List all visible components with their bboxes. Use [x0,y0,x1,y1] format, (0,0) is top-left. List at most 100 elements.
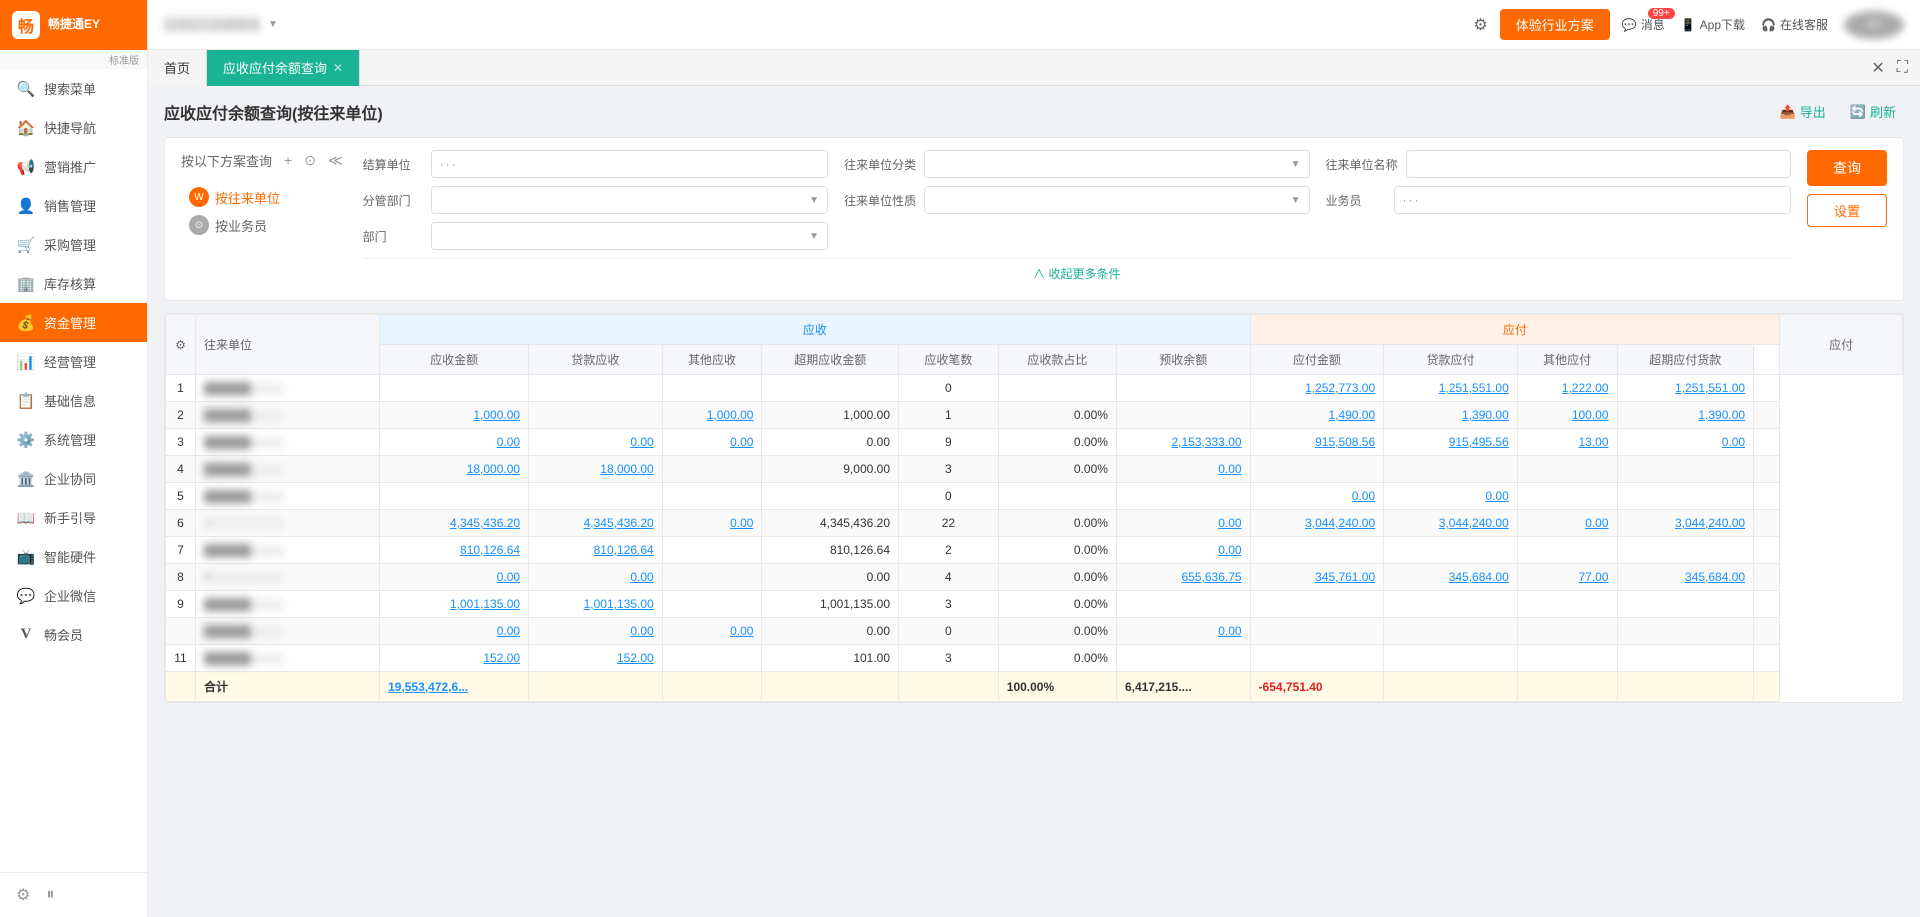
settlement-unit-label: 结算单位 [363,156,423,173]
topbar-online-service[interactable]: 🎧 在线客服 [1761,16,1828,33]
dept-input[interactable]: ▼ [431,186,828,214]
partner-name-label: 往来单位名称 [1326,156,1398,173]
salesman-option-label: 按业务员 [215,216,267,235]
sidebar-item-quick-nav[interactable]: 🏠 快捷导航 [0,108,147,147]
col-ar-count: 应收笔数 [899,345,999,375]
partner-option-icon: W [189,187,209,207]
query-button[interactable]: 查询 [1807,150,1887,186]
topbar-dropdown-arrow-icon[interactable]: ▼ [268,19,278,30]
logo-text: 畅捷通EY [48,17,100,33]
enterprise-wx-icon: 💬 [16,587,36,605]
sidebar-item-search-menu[interactable]: 🔍 搜索菜单 [0,69,147,108]
col-ap-other: 其他应付 [1517,345,1617,375]
partner-category-label: 往来单位分类 [844,156,916,173]
settings-button[interactable]: 设置 [1807,194,1887,227]
tabbar-maximize-button[interactable]: ⛶ [1893,55,1912,81]
search-icon-buttons: + ⊙ ≪ [280,150,347,171]
partner-name-cell: ██████ [196,645,380,672]
footer-ar-loan [529,672,663,702]
topbar: 应收应付余额查询 ▼ ⚙ 体验行业方案 💬 消息 99+ 📱 App下载 🎧 在… [148,0,1920,50]
topbar-gear-icon[interactable]: ⚙ [1473,15,1487,35]
table-row: 9██████1,001,135.001,001,135.001,001,135… [166,591,1903,618]
partner-name-input[interactable] [1406,150,1791,178]
back-scheme-button[interactable]: ≪ [324,150,347,171]
sidebar-item-sales[interactable]: 👤 销售管理 [0,186,147,225]
dept2-input[interactable]: ▼ [431,222,828,250]
sidebar-item-purchase[interactable]: 🛒 采购管理 [0,225,147,264]
edit-scheme-button[interactable]: ⊙ [300,150,320,171]
topbar-message-button[interactable]: 💬 消息 99+ [1622,16,1665,33]
message-icon: 💬 [1622,18,1637,32]
collapse-more-icon: ∧ [1033,267,1045,281]
tab-ar-ap-close-icon[interactable]: ✕ [333,61,343,75]
sidebar-item-smart-hw[interactable]: 📺 智能硬件 [0,537,147,576]
form-buttons: 查询 设置 [1807,150,1887,288]
sidebar-item-basic-info[interactable]: 📋 基础信息 [0,381,147,420]
topbar-promo-button[interactable]: 体验行业方案 [1500,9,1610,40]
dept-arrow-icon: ▼ [809,195,819,206]
home-icon: 🏠 [16,119,36,137]
partner-nature-input[interactable]: ▼ [924,186,1309,214]
member-icon: V [16,626,36,643]
table-row: 3██████0.000.000.000.0090.00%2,153,333.0… [166,429,1903,456]
user-name: Rit [1868,19,1880,30]
sidebar: 畅 畅捷通EY 标准版 🔍 搜索菜单 🏠 快捷导航 📢 营销推广 👤 销售管理 … [0,0,148,917]
sidebar-item-member[interactable]: V 畅会员 [0,615,147,654]
sidebar-item-label: 基础信息 [44,391,96,410]
page-container: 应收应付余额查询(按往来单位) 📤 导出 🔄 刷新 按以下方案查询 [148,86,1920,715]
sidebar-item-system[interactable]: ⚙️ 系统管理 [0,420,147,459]
sidebar-item-finance[interactable]: 💰 资金管理 [0,303,147,342]
search-option-partner[interactable]: W 按往来单位 [181,183,347,211]
salesman-input[interactable]: ··· [1394,186,1791,214]
table-header-settings[interactable]: ⚙ [166,315,196,375]
sidebar-item-enterprise[interactable]: 🏛️ 企业协同 [0,459,147,498]
partner-category-input[interactable]: ▼ [924,150,1309,178]
tab-ar-ap-label: 应收应付余额查询 [223,58,327,77]
sidebar-logo: 畅 畅捷通EY [0,0,147,50]
export-button[interactable]: 📤 导出 [1772,98,1834,125]
operation-icon: 📊 [16,353,36,371]
app-label: App下载 [1700,16,1745,33]
footer-ar-count [899,672,999,702]
add-scheme-button[interactable]: + [280,150,296,171]
sidebar-item-operation[interactable]: 📊 经营管理 [0,342,147,381]
table-gear-icon[interactable]: ⚙ [175,338,186,352]
partner-name-cell: ██████ [196,429,380,456]
table-header-receivable-group: 应收 [380,315,1250,345]
tab-ar-ap[interactable]: 应收应付余额查询 ✕ [207,50,360,86]
sidebar-item-label: 搜索菜单 [44,79,96,98]
main-content: 应收应付余额查询(按往来单位) 📤 导出 🔄 刷新 按以下方案查询 [148,86,1920,917]
tabbar: 首页 应收应付余额查询 ✕ ✕ ⛶ [148,50,1920,86]
collapse-more-button[interactable]: ∧ 收起更多条件 [363,258,1791,288]
settlement-unit-input[interactable]: ··· [431,150,828,178]
partner-option-label: 按往来单位 [215,188,280,207]
sidebar-item-label: 采购管理 [44,235,96,254]
sidebar-settings-button[interactable]: ⚙ [12,881,34,909]
settlement-dots: ··· [440,157,458,171]
dept2-label: 部门 [363,228,423,245]
sidebar-item-inventory[interactable]: 🏢 库存核算 [0,264,147,303]
sidebar-collapse-button[interactable]: ⏸ [42,882,58,908]
service-icon: 🎧 [1761,18,1776,32]
search-option-salesman[interactable]: ⊙ 按业务员 [181,211,347,239]
refresh-label: 刷新 [1870,102,1896,121]
page-actions: 📤 导出 🔄 刷新 [1772,98,1904,125]
export-icon: 📤 [1780,104,1796,120]
user-avatar[interactable]: Rit [1844,11,1904,39]
table-row: 5██████00.000.00 [166,483,1903,510]
topbar-app-download[interactable]: 📱 App下载 [1681,16,1745,33]
refresh-button[interactable]: 🔄 刷新 [1842,98,1904,125]
tabbar-close-button[interactable]: ✕ [1867,54,1888,82]
col-ar-loan: 贷款应收 [529,345,663,375]
footer-ar-ratio: 100.00% [998,672,1116,702]
tab-home[interactable]: 首页 [148,50,207,86]
service-label: 在线客服 [1780,16,1828,33]
footer-ap-overdue [1617,672,1754,702]
sidebar-item-marketing[interactable]: 📢 营销推广 [0,147,147,186]
table-row: 4██████18,000.0018,000.009,000.0030.00%0… [166,456,1903,483]
col-ap-overdue: 超期应付货款 [1617,345,1754,375]
sidebar-item-enterprise-wx[interactable]: 💬 企业微信 [0,576,147,615]
footer-ar-other [662,672,762,702]
sidebar-item-guide[interactable]: 📖 新手引导 [0,498,147,537]
logo-name: 畅捷通EY [48,17,100,33]
